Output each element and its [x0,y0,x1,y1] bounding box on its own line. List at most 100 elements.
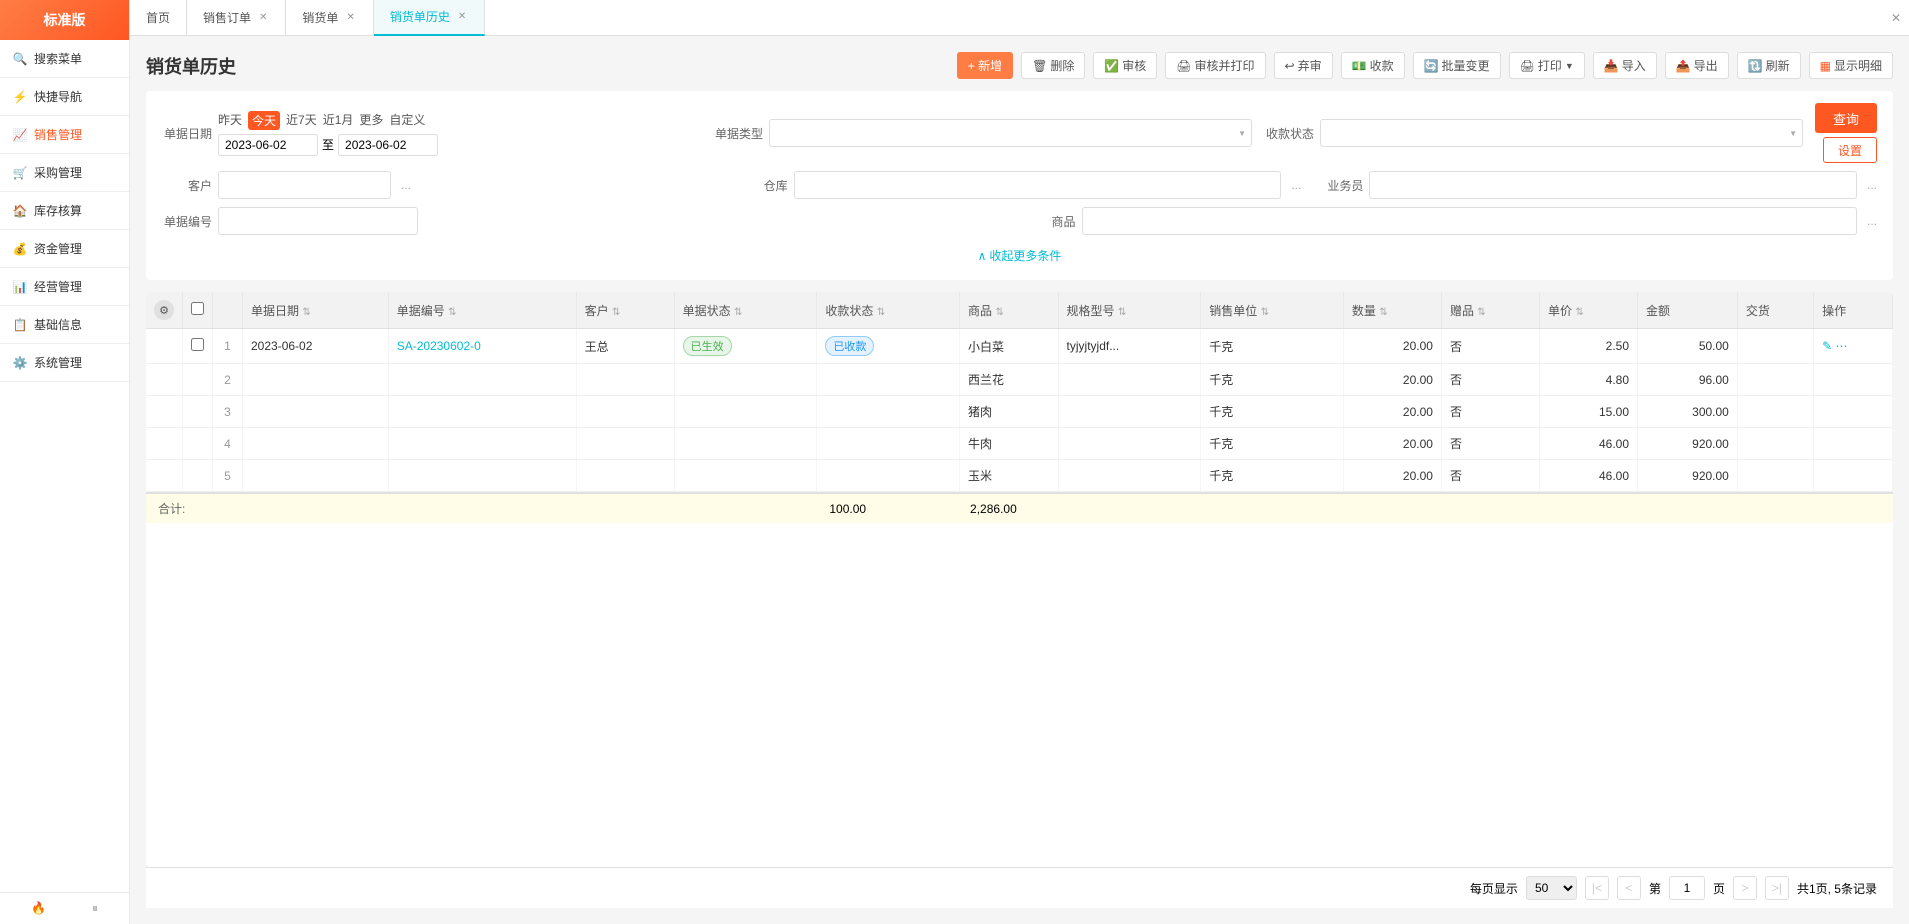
goods-input[interactable] [1082,207,1857,235]
sidebar-item-funds-mgmt[interactable]: 💰 资金管理 [0,230,129,268]
shortcut-custom[interactable]: 自定义 [389,111,425,130]
new-button[interactable]: + 新增 [957,52,1013,79]
cell-unit-price: 2.50 [1539,329,1637,364]
next-page-button[interactable]: > [1733,876,1757,900]
cell-goods: 西兰花 [960,364,1059,396]
shortcut-more[interactable]: 更多 [359,111,383,130]
shortcut-today[interactable]: 今天 [248,111,280,130]
tab-sales-order-label: 销售订单 [203,9,251,26]
abandon-button[interactable]: ↩ 弃审 [1274,52,1333,79]
col-doc-date-sort[interactable]: ⇅ [302,307,310,318]
table-header-row: ⚙ 单据日期 ⇅ 单据编号 ⇅ [146,292,1893,329]
filter-area: 单据日期 昨天 今天 近7天 近1月 更多 自定义 至 [146,91,1893,280]
import-button[interactable]: 📥 导入 [1593,52,1657,79]
sidebar-item-sys-mgmt[interactable]: ⚙️ 系统管理 [0,344,129,382]
tab-sales-history-close[interactable]: ✕ [456,11,468,22]
col-doc-status-sort[interactable]: ⇅ [734,307,742,318]
settings-button[interactable]: 设置 [1823,137,1877,163]
collect-button[interactable]: 💵 收款 [1341,52,1405,79]
tab-sales-order-close[interactable]: ✕ [257,12,269,23]
batch-change-button[interactable]: 🔄 批量变更 [1413,52,1501,79]
sidebar-item-purchase-mgmt[interactable]: 🛒 采购管理 [0,154,129,192]
sidebar-item-inventory[interactable]: 🏠 库存核算 [0,192,129,230]
tab-home[interactable]: 首页 [130,0,187,36]
collect-icon: 💵 [1352,59,1367,73]
row-checkbox[interactable] [191,338,204,351]
show-detail-button[interactable]: ▦ 显示明细 [1809,52,1893,79]
print-button[interactable]: 🖨 打印 ▼ [1509,52,1585,79]
warehouse-input[interactable] [794,171,1282,199]
payment-status-select[interactable] [1320,119,1803,147]
col-settings[interactable]: ⚙ [146,292,183,329]
query-button[interactable]: 查询 [1815,103,1877,133]
sidebar-item-ops-mgmt[interactable]: 📊 经营管理 [0,268,129,306]
staff-input[interactable] [1369,171,1857,199]
collapse-button[interactable]: ∧ 收起更多条件 [162,243,1877,268]
filter-row-2: 客户 ... 仓库 ... 业务员 ... [162,171,1877,199]
export-button[interactable]: 📤 导出 [1665,52,1729,79]
sidebar-item-search-menu[interactable]: 🔍 搜索菜单 [0,40,129,78]
tab-sales-order[interactable]: 销售订单 ✕ [187,0,286,36]
date-from-input[interactable] [218,134,318,156]
audit-button[interactable]: ✅ 审核 [1093,52,1157,79]
customer-picker[interactable]: ... [401,178,411,192]
cell-doc-status [674,428,817,460]
delete-button[interactable]: 🗑 删除 [1021,52,1085,79]
select-all-checkbox[interactable] [191,302,204,315]
sidebar-item-quick-nav[interactable]: ⚡ 快捷导航 [0,78,129,116]
warehouse-picker[interactable]: ... [1291,178,1301,192]
col-doc-no-sort[interactable]: ⇅ [448,307,456,318]
tab-bar-close-all[interactable]: ✕ [1891,11,1909,25]
sidebar-item-basic-info[interactable]: 📋 基础信息 [0,306,129,344]
cell-quantity: 20.00 [1343,364,1441,396]
audit-print-button[interactable]: 🖨 审核并打印 [1165,52,1265,79]
last-page-button[interactable]: >| [1765,876,1789,900]
prev-page-button[interactable]: < [1617,876,1641,900]
col-unit-price-sort[interactable]: ⇅ [1575,307,1583,318]
sidebar-footer-icon2[interactable]: ⏸ [92,901,98,916]
ops-mgmt-icon: 📊 [12,279,28,295]
more-action[interactable]: ⋯ [1836,339,1848,353]
edit-action[interactable]: ✎ [1822,339,1832,353]
goods-picker[interactable]: ... [1867,214,1877,228]
sidebar-item-label: 资金管理 [34,240,82,257]
col-unit-sort[interactable]: ⇅ [1261,307,1269,318]
page-number-input[interactable] [1669,876,1705,900]
first-page-button[interactable]: |< [1585,876,1609,900]
sidebar-item-sales-mgmt[interactable]: 📈 销售管理 [0,116,129,154]
refresh-button[interactable]: 🔃 刷新 [1737,52,1801,79]
col-quantity-sort[interactable]: ⇅ [1379,307,1387,318]
cell-goods: 小白菜 [960,329,1059,364]
doc-no-input[interactable] [218,207,418,235]
shortcut-1month[interactable]: 近1月 [323,111,354,130]
tab-sales-history[interactable]: 销货单历史 ✕ [374,0,485,36]
tab-sales-goods-close[interactable]: ✕ [344,12,356,23]
purchase-mgmt-icon: 🛒 [12,165,28,181]
col-gift-sort[interactable]: ⇅ [1477,307,1485,318]
doc-type-select[interactable] [769,119,1252,147]
staff-filter-group: 业务员 ... [1313,171,1877,199]
sidebar-footer-icon1[interactable]: 🔥 [31,901,46,916]
col-payment-status-sort[interactable]: ⇅ [877,307,885,318]
cell-payment-status [817,364,960,396]
quick-nav-icon: ⚡ [12,89,28,105]
content-area: 销货单历史 + 新增 🗑 删除 ✅ 审核 🖨 审核并打印 ↩ 弃审 [130,36,1909,924]
col-transaction: 交货 [1737,292,1813,329]
tab-sales-goods[interactable]: 销货单 ✕ [286,0,373,36]
doc-no-link[interactable]: SA-20230602-0 [397,339,481,353]
date-to-input[interactable] [338,134,438,156]
cell-doc-date [243,428,389,460]
cell-checkbox [183,460,213,492]
shortcut-yesterday[interactable]: 昨天 [218,111,242,130]
col-goods-sort[interactable]: ⇅ [995,307,1003,318]
total-info: 共1页, 5条记录 [1797,880,1877,897]
col-spec-sort[interactable]: ⇅ [1118,307,1126,318]
cell-doc-date [243,364,389,396]
sidebar-footer: 🔥 ⏸ [0,892,129,924]
shortcut-7days[interactable]: 近7天 [286,111,317,130]
staff-picker[interactable]: ... [1867,178,1877,192]
table-settings-icon[interactable]: ⚙ [154,300,174,320]
col-customer-sort[interactable]: ⇅ [612,307,620,318]
per-page-select[interactable]: 50 100 200 [1526,876,1577,900]
customer-input[interactable] [218,171,391,199]
